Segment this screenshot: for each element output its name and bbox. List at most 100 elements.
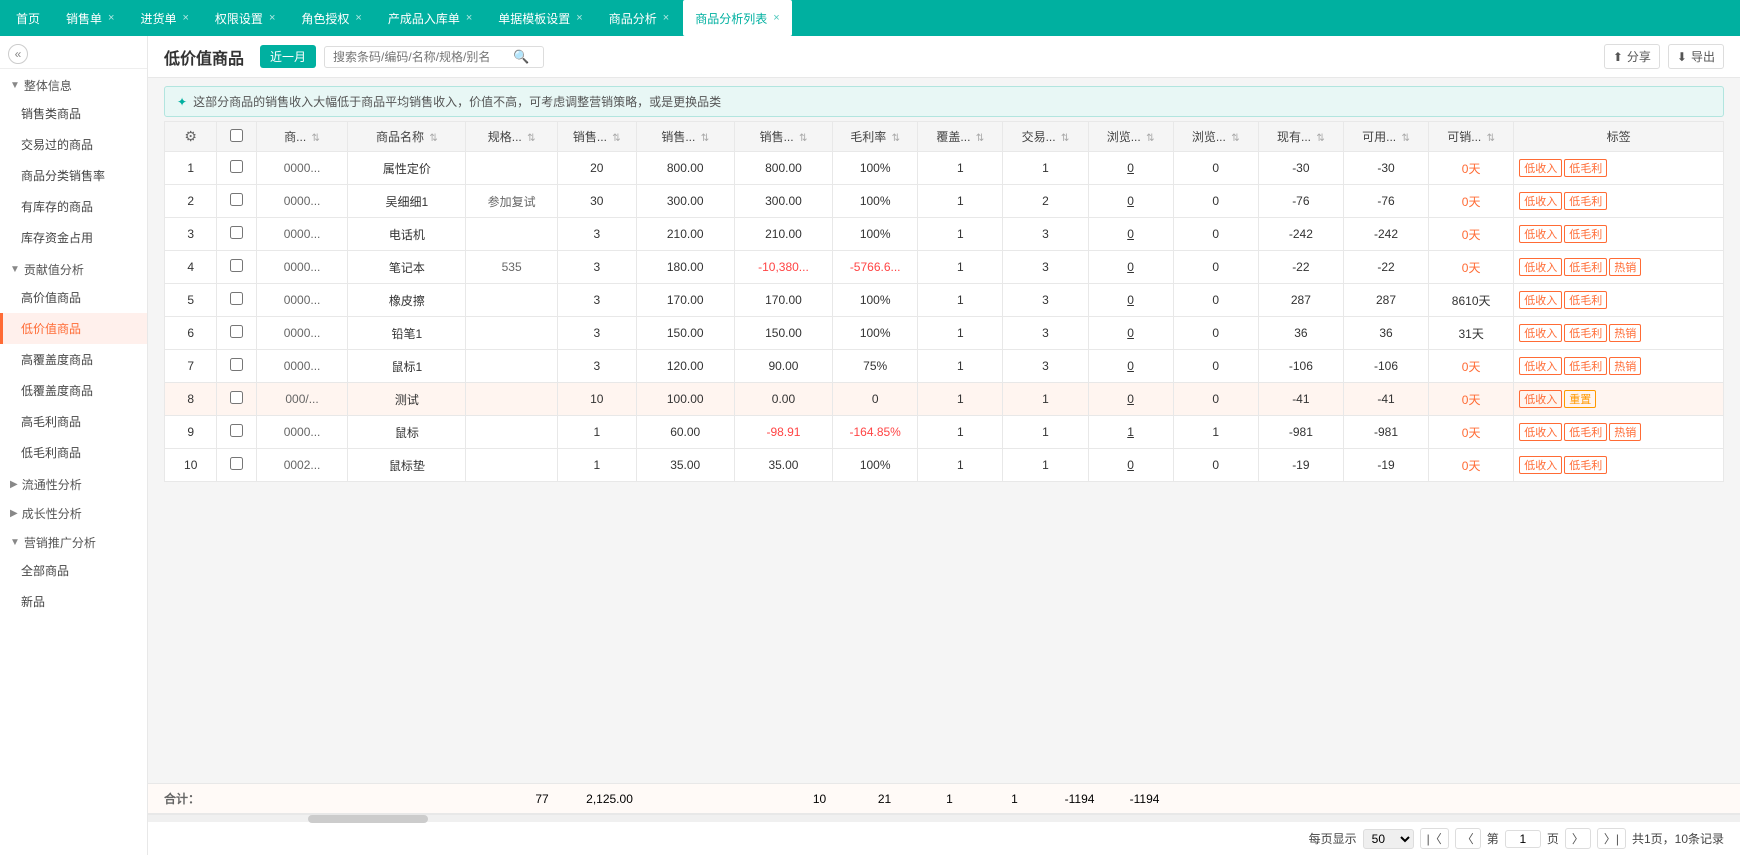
sort-icon[interactable]: ⇅ [799, 133, 807, 144]
cell-check[interactable] [217, 251, 256, 284]
cell-check[interactable] [217, 350, 256, 383]
sort-icon[interactable]: ⇅ [892, 133, 900, 144]
cell-view1[interactable]: 0 [1088, 317, 1173, 350]
row-checkbox[interactable] [230, 325, 243, 338]
page-number-input[interactable] [1505, 830, 1541, 848]
nav-permission-settings[interactable]: 权限设置 × [203, 0, 287, 36]
nav-product-warehousing[interactable]: 产成品入库单 × [376, 0, 484, 36]
per-page-select[interactable]: 50 100 200 [1363, 829, 1414, 849]
cell-view1[interactable]: 0 [1088, 350, 1173, 383]
share-button[interactable]: ⬆ 分享 [1604, 44, 1660, 69]
search-icon[interactable]: 🔍 [513, 49, 529, 65]
view1-link[interactable]: 0 [1127, 326, 1134, 340]
close-icon[interactable]: × [576, 12, 582, 24]
sidebar-item-high-margin[interactable]: 高毛利商品 [0, 406, 147, 437]
cell-name[interactable]: 橡皮擦 [348, 284, 466, 317]
cell-view1[interactable]: 0 [1088, 251, 1173, 284]
cell-name[interactable]: 笔记本 [348, 251, 466, 284]
row-checkbox[interactable] [230, 193, 243, 206]
col-header-check[interactable] [217, 122, 256, 152]
cell-view1[interactable]: 0 [1088, 185, 1173, 218]
sort-icon[interactable]: ⇅ [1487, 133, 1495, 144]
sidebar-item-inventory-capital[interactable]: 库存资金占用 [0, 222, 147, 253]
sort-icon[interactable]: ⇅ [429, 133, 437, 144]
sidebar-item-new-products[interactable]: 新品 [0, 586, 147, 617]
sidebar-section-overall[interactable]: ▼ 整体信息 [0, 69, 147, 98]
cell-check[interactable] [217, 383, 256, 416]
cell-check[interactable] [217, 317, 256, 350]
close-icon[interactable]: × [182, 12, 188, 24]
gear-icon[interactable]: ⚙ [184, 128, 197, 144]
row-checkbox[interactable] [230, 259, 243, 272]
row-checkbox[interactable] [230, 391, 243, 404]
sidebar-item-category-sales-rate[interactable]: 商品分类销售率 [0, 160, 147, 191]
sidebar-section-liquidity[interactable]: ▶ 流通性分析 [0, 468, 147, 497]
cell-check[interactable] [217, 152, 256, 185]
nav-sales-order[interactable]: 销售单 × [54, 0, 126, 36]
view1-link[interactable]: 0 [1127, 359, 1134, 373]
row-checkbox[interactable] [230, 358, 243, 371]
cell-name[interactable]: 电话机 [348, 218, 466, 251]
cell-name[interactable]: 鼠标垫 [348, 449, 466, 482]
cell-view1[interactable]: 1 [1088, 416, 1173, 449]
nav-template-settings[interactable]: 单据模板设置 × [486, 0, 594, 36]
nav-product-analysis-list[interactable]: 商品分析列表 × [683, 0, 791, 36]
horizontal-scrollbar[interactable] [148, 814, 1740, 822]
view1-link[interactable]: 1 [1127, 425, 1134, 439]
sidebar-section-growth[interactable]: ▶ 成长性分析 [0, 497, 147, 526]
sort-icon[interactable]: ⇅ [612, 133, 620, 144]
close-icon[interactable]: × [466, 12, 472, 24]
sidebar-section-contribution[interactable]: ▼ 贡献值分析 [0, 253, 147, 282]
cell-view1[interactable]: 0 [1088, 284, 1173, 317]
view1-link[interactable]: 0 [1127, 392, 1134, 406]
cell-view1[interactable]: 0 [1088, 218, 1173, 251]
cell-view1[interactable]: 0 [1088, 449, 1173, 482]
sort-icon[interactable]: ⇅ [527, 133, 535, 144]
sort-icon[interactable]: ⇅ [976, 133, 984, 144]
sidebar-item-high-value[interactable]: 高价值商品 [0, 282, 147, 313]
view1-link[interactable]: 0 [1127, 194, 1134, 208]
sort-icon[interactable]: ⇅ [1231, 133, 1239, 144]
view1-link[interactable]: 0 [1127, 260, 1134, 274]
row-checkbox[interactable] [230, 160, 243, 173]
sidebar-item-low-coverage[interactable]: 低覆盖度商品 [0, 375, 147, 406]
cell-view1[interactable]: 0 [1088, 152, 1173, 185]
first-page-button[interactable]: |〈 [1420, 828, 1449, 849]
row-checkbox[interactable] [230, 226, 243, 239]
cell-name[interactable]: 铅笔1 [348, 317, 466, 350]
sort-icon[interactable]: ⇅ [312, 133, 320, 144]
cell-check[interactable] [217, 185, 256, 218]
close-icon[interactable]: × [773, 12, 779, 24]
export-button[interactable]: ⬇ 导出 [1668, 44, 1724, 69]
close-icon[interactable]: × [355, 12, 361, 24]
close-icon[interactable]: × [269, 12, 275, 24]
nav-home[interactable]: 首页 [4, 0, 52, 36]
sidebar-section-marketing[interactable]: ▼ 营销推广分析 [0, 526, 147, 555]
cell-name[interactable]: 鼠标1 [348, 350, 466, 383]
row-checkbox[interactable] [230, 424, 243, 437]
filter-recent-month-button[interactable]: 近一月 [260, 45, 316, 68]
cell-name[interactable]: 鼠标 [348, 416, 466, 449]
nav-product-analysis[interactable]: 商品分析 × [597, 0, 681, 36]
view1-link[interactable]: 0 [1127, 161, 1134, 175]
scrollbar-thumb[interactable] [308, 815, 428, 823]
last-page-button[interactable]: 〉| [1597, 828, 1626, 849]
prev-page-button[interactable]: 〈 [1455, 828, 1481, 849]
sidebar-collapse-button[interactable]: « [8, 44, 28, 64]
sidebar-item-all-products[interactable]: 全部商品 [0, 555, 147, 586]
sidebar-item-high-coverage[interactable]: 高覆盖度商品 [0, 344, 147, 375]
select-all-checkbox[interactable] [230, 129, 243, 142]
sidebar-item-low-value[interactable]: 低价值商品 [0, 313, 147, 344]
sidebar-item-in-stock-products[interactable]: 有库存的商品 [0, 191, 147, 222]
sort-icon[interactable]: ⇅ [1316, 133, 1324, 144]
cell-name[interactable]: 吴细细1 [348, 185, 466, 218]
sort-icon[interactable]: ⇅ [701, 133, 709, 144]
view1-link[interactable]: 0 [1127, 293, 1134, 307]
view1-link[interactable]: 0 [1127, 227, 1134, 241]
sort-icon[interactable]: ⇅ [1146, 133, 1154, 144]
cell-view1[interactable]: 0 [1088, 383, 1173, 416]
sidebar-item-traded-products[interactable]: 交易过的商品 [0, 129, 147, 160]
cell-name[interactable]: 测试 [348, 383, 466, 416]
cell-name[interactable]: 属性定价 [348, 152, 466, 185]
col-header-gear[interactable]: ⚙ [165, 122, 217, 152]
